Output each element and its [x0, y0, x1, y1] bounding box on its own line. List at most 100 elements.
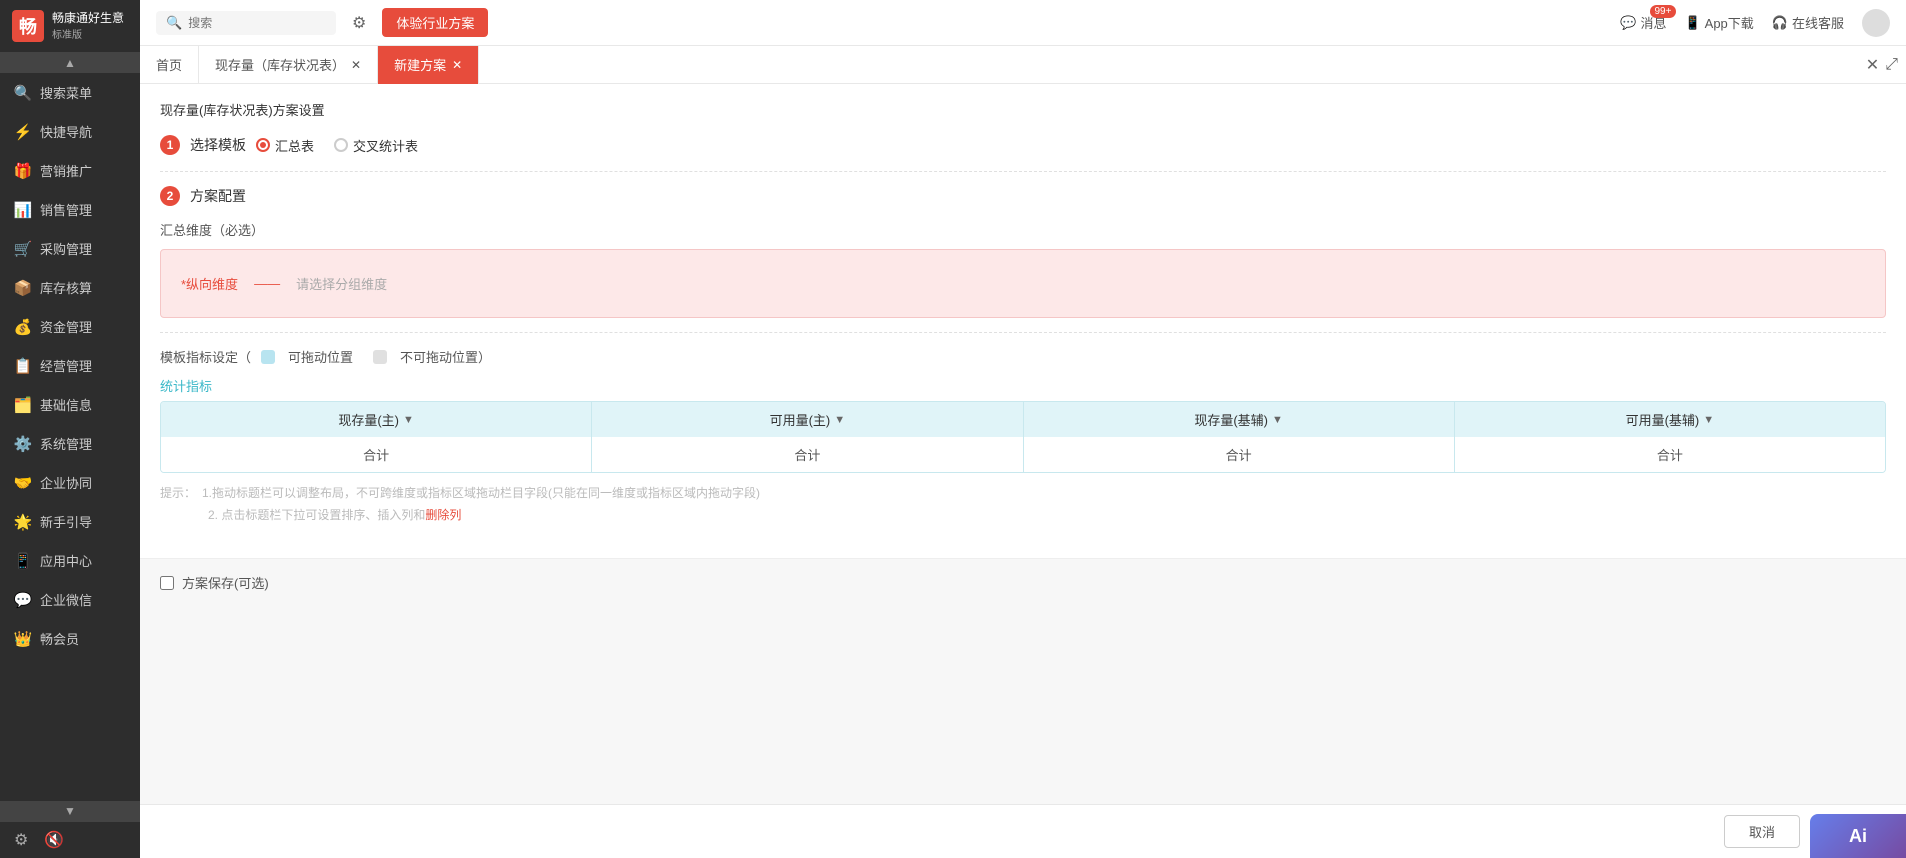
divider2	[160, 332, 1886, 333]
radio-cross-circle	[334, 138, 348, 152]
marketing-icon: 🎁	[14, 162, 32, 180]
sidebar-item-inventory[interactable]: 📦 库存核算	[0, 268, 140, 307]
sidebar-item-label: 销售管理	[40, 200, 92, 219]
ai-fab-button[interactable]: Ai	[1810, 814, 1906, 858]
settings-gear-icon[interactable]: ⚙	[348, 13, 370, 33]
sidebar-item-label: 快捷导航	[40, 122, 92, 141]
sidebar-item-guide[interactable]: 🌟 新手引导	[0, 502, 140, 541]
appstore-icon: 📱	[14, 552, 32, 570]
tabs-controls: ✕ ⤢	[1866, 55, 1906, 75]
sidebar-item-label: 库存核算	[40, 278, 92, 297]
chevron-down-icon-1: ▼	[834, 414, 845, 426]
template-radio-group: 汇总表 交叉统计表	[256, 136, 418, 155]
system-icon: ⚙️	[14, 435, 32, 453]
operations-icon: 📋	[14, 357, 32, 375]
sidebar-item-enterprise[interactable]: 🤝 企业协同	[0, 463, 140, 502]
tab-home-label: 首页	[156, 55, 182, 74]
stats-table-header: 现存量(主) ▼ 可用量(主) ▼ 现存量(基辅) ▼	[161, 402, 1885, 437]
sidebar-item-quick-nav[interactable]: ⚡ 快捷导航	[0, 112, 140, 151]
search-icon: 🔍	[166, 15, 182, 31]
save-scheme-checkbox[interactable]	[160, 576, 174, 590]
headset-icon: 🎧	[1772, 15, 1788, 31]
hint-section: 提示： 1.拖动标题栏可以调整布局，不可跨维度或指标区域拖动栏目字段(只能在同一…	[160, 483, 1886, 526]
hint-2: 2. 点击标题栏下拉可设置排序、插入列和删除列	[160, 505, 1886, 527]
tab-expand-btn[interactable]: ⤢	[1885, 56, 1898, 74]
radio-cross[interactable]: 交叉统计表	[334, 136, 418, 155]
step2-num: 2	[160, 186, 180, 206]
draggable-badge	[261, 350, 275, 364]
sidebar-item-label: 采购管理	[40, 239, 92, 258]
sidebar-item-member[interactable]: 👑 畅会员	[0, 619, 140, 658]
sidebar-item-system[interactable]: ⚙️ 系统管理	[0, 424, 140, 463]
sidebar-item-label: 新手引导	[40, 512, 92, 531]
footer-bar: 取消 查询	[140, 804, 1906, 858]
radio-summary-circle	[256, 138, 270, 152]
sidebar-scroll-up[interactable]: ▲	[0, 53, 140, 73]
tab-inventory-status[interactable]: 现存量（库存状况表） ✕	[199, 46, 378, 84]
stats-col-body-1: 合计	[592, 437, 1023, 472]
stats-col-header-2[interactable]: 现存量(基辅) ▼	[1024, 402, 1455, 437]
topbar: 🔍 ⚙ 体验行业方案 💬 消息 99+ 📱 App下载 🎧 在线客服	[140, 0, 1906, 46]
app-name: 畅康通好生意	[52, 11, 124, 27]
radio-summary[interactable]: 汇总表	[256, 136, 314, 155]
radio-cross-label: 交叉统计表	[353, 136, 418, 155]
sidebar-item-wechat[interactable]: 💬 企业微信	[0, 580, 140, 619]
app-logo: 畅 畅康通好生意 标准版	[0, 0, 140, 53]
delete-col-link[interactable]: 删除列	[425, 508, 461, 522]
divider1	[160, 171, 1886, 172]
tab-inventory-label: 现存量（库存状况表）	[215, 55, 345, 74]
sidebar: 畅 畅康通好生意 标准版 ▲ 🔍 搜索菜单 ⚡ 快捷导航 🎁 营销推广 📊 销售…	[0, 0, 140, 858]
sidebar-item-basic[interactable]: 🗂️ 基础信息	[0, 385, 140, 424]
guide-icon: 🌟	[14, 513, 32, 531]
topbar-right: 💬 消息 99+ 📱 App下载 🎧 在线客服	[1620, 9, 1890, 37]
search-box[interactable]: 🔍	[156, 11, 336, 35]
trial-button[interactable]: 体验行业方案	[382, 8, 488, 37]
message-btn[interactable]: 💬 消息 99+	[1620, 13, 1666, 32]
stats-col-header-1[interactable]: 可用量(主) ▼	[592, 402, 1023, 437]
tab-new-scheme[interactable]: 新建方案 ✕	[378, 46, 479, 84]
sidebar-item-search-menu[interactable]: 🔍 搜索菜单	[0, 73, 140, 112]
tab-inventory-close[interactable]: ✕	[351, 58, 361, 72]
sidebar-item-sales[interactable]: 📊 销售管理	[0, 190, 140, 229]
tabs-bar: 首页 现存量（库存状况表） ✕ 新建方案 ✕ ✕ ⤢	[140, 46, 1906, 84]
sidebar-nav: 🔍 搜索菜单 ⚡ 快捷导航 🎁 营销推广 📊 销售管理 🛒 采购管理 📦 库存核…	[0, 73, 140, 801]
stats-col-label-2: 现存量(基辅)	[1194, 410, 1268, 429]
ai-fab-label: Ai	[1849, 826, 1867, 847]
step1-header: 1 选择模板 汇总表 交叉统计表	[160, 135, 1886, 155]
stats-col-body-2: 合计	[1024, 437, 1455, 472]
stats-col-label-3: 可用量(基辅)	[1626, 410, 1700, 429]
message-icon: 💬	[1620, 15, 1636, 31]
step1-label: 选择模板	[190, 135, 246, 155]
stats-section: 统计指标 现存量(主) ▼ 可用量(主) ▼	[160, 376, 1886, 473]
user-avatar[interactable]	[1862, 9, 1890, 37]
panel: 现存量(库存状况表)方案设置 1 选择模板 汇总表 交叉统计表	[140, 84, 1906, 559]
sidebar-item-marketing[interactable]: 🎁 营销推广	[0, 151, 140, 190]
cancel-button[interactable]: 取消	[1724, 815, 1800, 848]
stats-col-label-1: 可用量(主)	[770, 410, 831, 429]
draggable-label: 可拖动位置	[288, 347, 353, 366]
save-scheme-row: 方案保存(可选)	[140, 559, 1906, 606]
settings-icon[interactable]: ⚙	[14, 830, 28, 850]
indicator-setting: 模板指标设定（ 可拖动位置 不可拖动位置）	[160, 347, 1886, 366]
stats-col-header-0[interactable]: 现存量(主) ▼	[161, 402, 592, 437]
audio-icon[interactable]: 🔇	[44, 830, 64, 850]
app-download-btn[interactable]: 📱 App下载	[1684, 13, 1753, 32]
sidebar-item-label: 企业微信	[40, 590, 92, 609]
sidebar-item-purchase[interactable]: 🛒 采购管理	[0, 229, 140, 268]
stats-col-header-3[interactable]: 可用量(基辅) ▼	[1455, 402, 1885, 437]
sidebar-scroll-down[interactable]: ▼	[0, 801, 140, 821]
sidebar-item-label: 资金管理	[40, 317, 92, 336]
sidebar-item-operations[interactable]: 📋 经营管理	[0, 346, 140, 385]
sidebar-item-label: 基础信息	[40, 395, 92, 414]
tab-home[interactable]: 首页	[140, 46, 199, 84]
sidebar-item-finance[interactable]: 💰 资金管理	[0, 307, 140, 346]
tab-new-scheme-close[interactable]: ✕	[452, 58, 462, 72]
chevron-down-icon-0: ▼	[403, 414, 414, 426]
tab-close-btn[interactable]: ✕	[1866, 55, 1879, 75]
fixed-badge	[373, 350, 387, 364]
sidebar-item-appstore[interactable]: 📱 应用中心	[0, 541, 140, 580]
search-input[interactable]	[188, 16, 308, 30]
dimension-area[interactable]: *纵向维度 —— 请选择分组维度	[160, 249, 1886, 318]
sidebar-bottom: ⚙ 🔇	[0, 821, 140, 858]
online-support-btn[interactable]: 🎧 在线客服	[1772, 13, 1844, 32]
